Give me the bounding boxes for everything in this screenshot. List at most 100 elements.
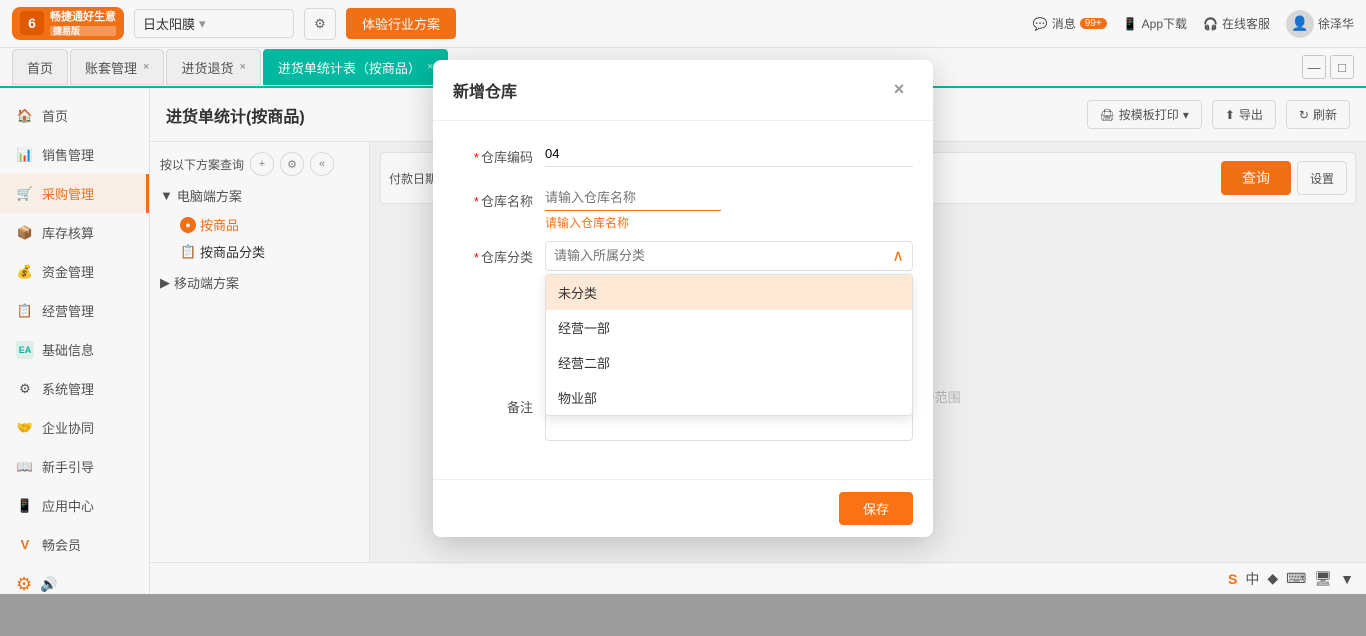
- code-input[interactable]: [545, 141, 913, 167]
- form-row-category: *仓库分类 ∧ 未分类 经营一部 经营二部 物业部: [453, 241, 913, 271]
- page-title: 进货单统计(按商品): [166, 103, 305, 127]
- sidebar-item-sales[interactable]: 📊 销售管理: [0, 135, 149, 174]
- minimize-button[interactable]: —: [1302, 55, 1326, 79]
- code-label: *仓库编码: [453, 141, 533, 166]
- form-row-name: *仓库名称 请输入仓库名称: [453, 185, 913, 211]
- refresh-button[interactable]: ↻ 刷新: [1286, 100, 1350, 129]
- finance-icon: 💰: [16, 263, 34, 281]
- settings-bottom-icon[interactable]: ⚙: [16, 574, 32, 595]
- query-actions: 查询 设置: [1221, 161, 1347, 195]
- sidebar-bottom: ⚙ 🔊: [0, 564, 149, 605]
- top-bar: 6 畅捷通好生意 捷易版 日太阳膜 ▾ ⚙ 体验行业方案 💬 消息 99+: [0, 0, 1366, 48]
- brand-s-icon: S: [1228, 571, 1237, 587]
- sidebar-item-member[interactable]: V 畅会员: [0, 525, 149, 564]
- tab-home[interactable]: 首页: [12, 49, 68, 85]
- dot-icon[interactable]: ◆: [1267, 570, 1278, 587]
- category-icon: 📋: [180, 244, 196, 260]
- inventory-icon: 📦: [16, 224, 34, 242]
- close-tab-return[interactable]: ×: [239, 61, 245, 73]
- query-panel: 按以下方案查询 + ⚙ « ▼ 电脑端方案 ● 按商品: [150, 142, 370, 562]
- collapse-icon[interactable]: «: [310, 152, 334, 176]
- basic-info-icon: EA: [16, 341, 34, 359]
- online-service-button[interactable]: 🎧 在线客服: [1203, 15, 1270, 32]
- messages-button[interactable]: 💬 消息 99+: [1033, 15, 1107, 32]
- dropdown-arrow-icon[interactable]: ▾: [199, 16, 206, 32]
- search-bar[interactable]: 日太阳膜 ▾: [134, 9, 294, 38]
- home-icon: 🏠: [16, 107, 34, 125]
- volume-icon[interactable]: 🔊: [40, 576, 57, 593]
- category-input[interactable]: [554, 248, 892, 263]
- apps-icon: 📱: [16, 497, 34, 515]
- new-warehouse-dialog: 新增仓库 × *仓库编码 *仓库名称 请输入仓库名称: [433, 60, 933, 537]
- date-label: 付款日期: [389, 170, 437, 187]
- sidebar-item-system[interactable]: ⚙ 系统管理: [0, 369, 149, 408]
- purchase-icon: 🛒: [16, 185, 34, 203]
- dropdown-item-dept1[interactable]: 经营一部: [546, 310, 912, 345]
- active-scheme-dot: ●: [180, 217, 196, 233]
- sidebar-item-basic-info[interactable]: EA 基础信息: [0, 330, 149, 369]
- dialog-header: 新增仓库 ×: [433, 60, 933, 121]
- query-label: 按以下方案查询: [160, 156, 244, 173]
- user-menu[interactable]: 👤 徐泽华: [1286, 10, 1354, 38]
- settings-btn[interactable]: 设置: [1297, 161, 1347, 195]
- system-icon: ⚙: [16, 380, 34, 398]
- app-download-button[interactable]: 📱 App下载: [1123, 15, 1187, 32]
- monitor-icon[interactable]: 🖥: [1314, 570, 1332, 587]
- dropdown-item-dept2[interactable]: 经营二部: [546, 345, 912, 380]
- close-tab-accounts[interactable]: ×: [143, 61, 149, 73]
- sidebar-item-finance[interactable]: 💰 资金管理: [0, 252, 149, 291]
- tree-parent-mobile[interactable]: ▶ 移动端方案: [160, 273, 359, 292]
- sidebar-item-guide[interactable]: 📖 新手引导: [0, 447, 149, 486]
- sidebar-item-enterprise[interactable]: 🤝 企业协同: [0, 408, 149, 447]
- query-button[interactable]: 查询: [1221, 161, 1291, 195]
- name-error-msg: 请输入仓库名称: [545, 214, 629, 231]
- sidebar-item-home[interactable]: 🏠 首页: [0, 96, 149, 135]
- category-select-wrap[interactable]: ∧ 未分类 经营一部 经营二部 物业部: [545, 241, 913, 271]
- dialog-close-button[interactable]: ×: [885, 76, 913, 104]
- tab-accounts[interactable]: 账套管理 ×: [70, 49, 164, 85]
- user-avatar: 👤: [1286, 10, 1314, 38]
- tab-purchase-stat[interactable]: 进货单统计表（按商品） ×: [263, 49, 448, 85]
- name-label: *仓库名称: [453, 185, 533, 210]
- messages-badge: 99+: [1080, 18, 1107, 29]
- category-label: *仓库分类: [453, 241, 533, 266]
- tree-child-by-product[interactable]: ● 按商品: [160, 211, 359, 238]
- arrow-icon[interactable]: ▼: [1340, 571, 1354, 587]
- sidebar-item-purchase[interactable]: 🛒 采购管理: [0, 174, 149, 213]
- top-right-area: 💬 消息 99+ 📱 App下载 🎧 在线客服 👤 徐泽华: [1033, 10, 1354, 38]
- search-value: 日太阳膜: [143, 14, 195, 33]
- tab-bar-actions: — □: [1302, 55, 1354, 79]
- dropdown-item-dept3[interactable]: 物业部: [546, 380, 912, 415]
- member-icon: V: [16, 536, 34, 554]
- sidebar-item-inventory[interactable]: 📦 库存核算: [0, 213, 149, 252]
- modal-overlay[interactable]: 6 畅捷通好生意 捷易版 日太阳膜 ▾ ⚙ 体验行业方案 💬 消息 99+: [0, 0, 1366, 636]
- mobile-expand-icon: ▶: [160, 275, 170, 291]
- export-button[interactable]: ⬆ 导出: [1212, 100, 1276, 129]
- name-input[interactable]: [545, 185, 721, 211]
- tree-parent-pc[interactable]: ▼ 电脑端方案: [160, 186, 359, 205]
- template-print-button[interactable]: 🖨 按模板打印 ▾: [1087, 100, 1202, 129]
- sidebar-item-business[interactable]: 📋 经营管理: [0, 291, 149, 330]
- dropdown-item-uncategorized[interactable]: 未分类: [546, 275, 912, 310]
- tab-purchase-return[interactable]: 进货退货 ×: [166, 49, 260, 85]
- tree-child-by-category[interactable]: 📋 按商品分类: [160, 238, 359, 265]
- print-dropdown-icon[interactable]: ▾: [1183, 108, 1189, 122]
- sidebar: 🏠 首页 📊 销售管理 🛒 采购管理 📦 库存核算 💰 资金管理: [0, 88, 150, 594]
- lang-icon[interactable]: 中: [1245, 569, 1259, 589]
- keyboard-icon[interactable]: ⌨: [1286, 570, 1306, 587]
- category-chevron-icon[interactable]: ∧: [892, 246, 904, 266]
- dialog-title: 新增仓库: [453, 78, 517, 102]
- expand-button[interactable]: □: [1330, 55, 1354, 79]
- save-button[interactable]: 保存: [839, 492, 913, 525]
- gear-button[interactable]: ⚙: [304, 8, 336, 40]
- sales-icon: 📊: [16, 146, 34, 164]
- settings-scheme-icon[interactable]: ⚙: [280, 152, 304, 176]
- logo-area: 6 畅捷通好生意 捷易版: [12, 7, 124, 41]
- add-scheme-icon[interactable]: +: [250, 152, 274, 176]
- experience-button[interactable]: 体验行业方案: [346, 8, 456, 39]
- guide-icon: 📖: [16, 458, 34, 476]
- sidebar-item-apps[interactable]: 📱 应用中心: [0, 486, 149, 525]
- form-row-code: *仓库编码: [453, 141, 913, 167]
- logo-badge: 捷易版: [50, 26, 116, 37]
- enterprise-icon: 🤝: [16, 419, 34, 437]
